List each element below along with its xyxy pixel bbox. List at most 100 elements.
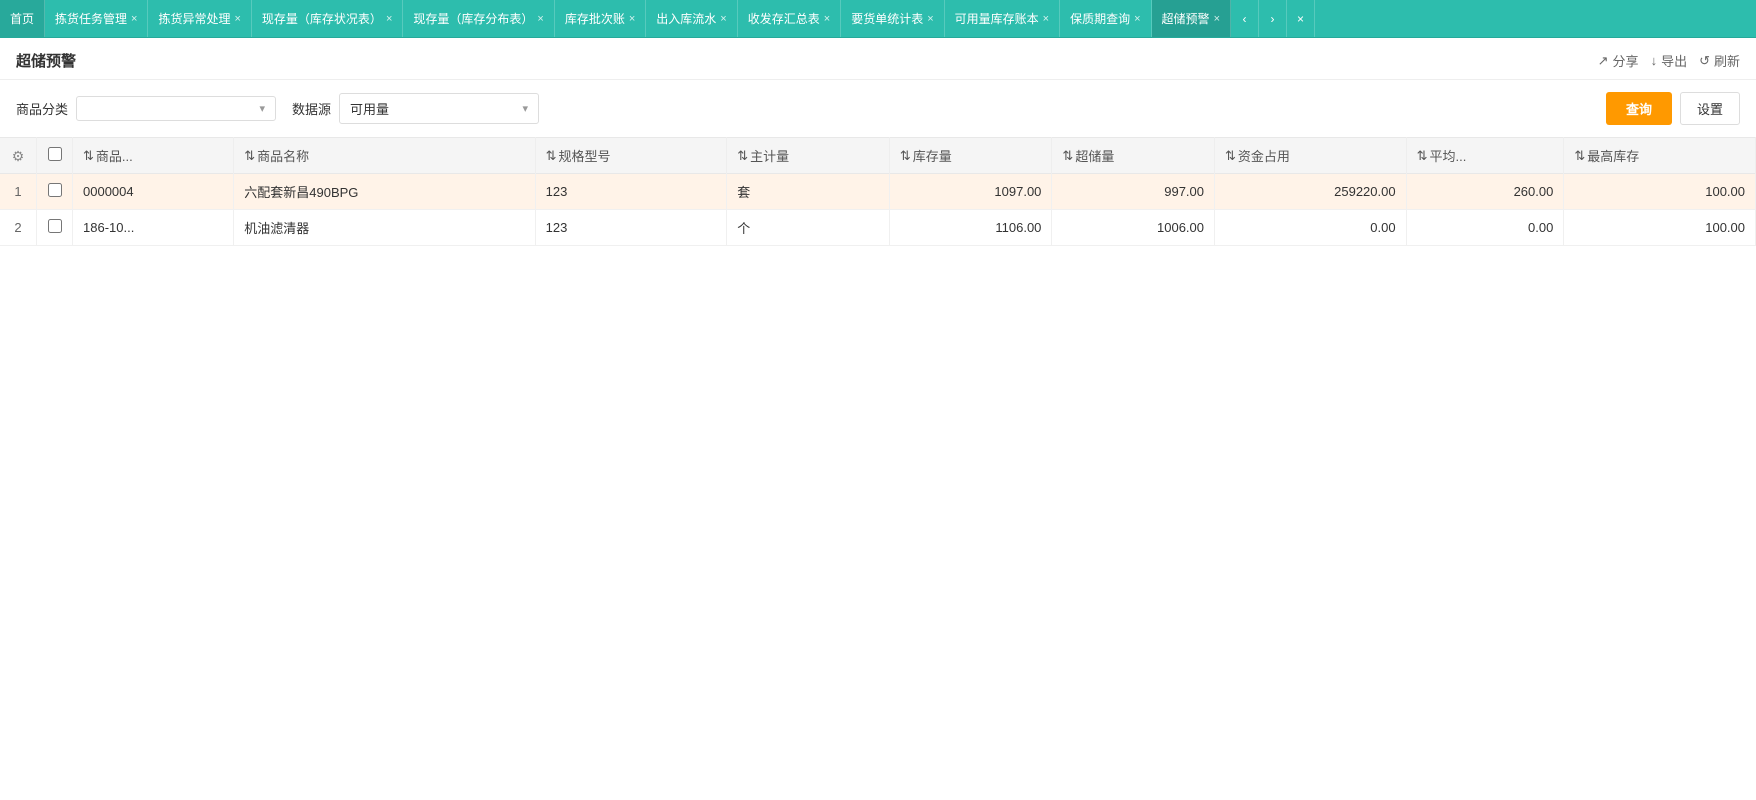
th-overflow[interactable]: ⇅ 超储量 bbox=[1052, 138, 1215, 174]
th-stock[interactable]: ⇅ 库存量 bbox=[889, 138, 1052, 174]
settings-button[interactable]: 设置 bbox=[1680, 92, 1740, 125]
nav-flow-close[interactable]: × bbox=[720, 13, 726, 25]
nav-item-stock-status[interactable]: 现存量（库存状况表） × bbox=[252, 0, 403, 37]
nav-item-available[interactable]: 可用量库存账本 × bbox=[945, 0, 1060, 37]
page-content: 超储预警 ↗ 分享 ↓ 导出 ↺ 刷新 商品分类 ▾ 数据源 bbox=[0, 38, 1756, 800]
th-checkbox[interactable] bbox=[37, 138, 73, 174]
nav-close-arrow[interactable]: × bbox=[1287, 0, 1315, 37]
th-unit[interactable]: ⇅ 主计量 bbox=[727, 138, 890, 174]
row-product-name-1: 机油滤清器 bbox=[234, 210, 535, 246]
nav-overstock-label: 超储预警 bbox=[1162, 10, 1210, 27]
nav-item-overstock[interactable]: 超储预警 × bbox=[1152, 0, 1231, 37]
th-avg[interactable]: ⇅ 平均... bbox=[1406, 138, 1564, 174]
row-overflow-1: 1006.00 bbox=[1052, 210, 1215, 246]
nav-task-label: 拣货任务管理 bbox=[55, 10, 127, 27]
share-icon: ↗ bbox=[1598, 53, 1609, 69]
row-spec-1: 123 bbox=[535, 210, 727, 246]
filter-bar: 商品分类 ▾ 数据源 可用量 ▾ 查询 设置 bbox=[0, 80, 1756, 137]
row-checkbox-1[interactable] bbox=[37, 210, 73, 246]
nav-stock-status-close[interactable]: × bbox=[386, 13, 392, 25]
th-spec[interactable]: ⇅ 规格型号 bbox=[535, 138, 727, 174]
nav-prev-arrow[interactable]: ‹ bbox=[1231, 0, 1259, 37]
nav-item-expiry[interactable]: 保质期查询 × bbox=[1060, 0, 1151, 37]
query-button[interactable]: 查询 bbox=[1606, 92, 1672, 125]
export-button[interactable]: ↓ 导出 bbox=[1651, 51, 1688, 70]
row-stock-0: 1097.00 bbox=[889, 174, 1052, 210]
nav-next-arrow[interactable]: › bbox=[1259, 0, 1287, 37]
gear-icon[interactable]: ⚙ bbox=[10, 148, 26, 164]
nav-expiry-label: 保质期查询 bbox=[1070, 10, 1130, 27]
row-product-name-0: 六配套新昌490BPG bbox=[234, 174, 535, 210]
sort-product-code-icon: ⇅ bbox=[83, 148, 94, 164]
row-num-1: 2 bbox=[0, 210, 37, 246]
nav-item-task[interactable]: 拣货任务管理 × bbox=[45, 0, 148, 37]
th-stock-label: 库存量 bbox=[913, 146, 952, 165]
nav-item-flow[interactable]: 出入库流水 × bbox=[646, 0, 737, 37]
nav-item-summary[interactable]: 收发存汇总表 × bbox=[738, 0, 841, 37]
row-unit-1: 个 bbox=[727, 210, 890, 246]
nav-order-stat-close[interactable]: × bbox=[927, 13, 933, 25]
th-unit-label: 主计量 bbox=[750, 146, 789, 165]
nav-batch-label: 库存批次账 bbox=[565, 10, 625, 27]
row-checkbox-0[interactable] bbox=[37, 174, 73, 210]
nav-summary-label: 收发存汇总表 bbox=[748, 10, 820, 27]
row-stock-1: 1106.00 bbox=[889, 210, 1052, 246]
nav-flow-label: 出入库流水 bbox=[656, 10, 716, 27]
row-select-checkbox-0[interactable] bbox=[48, 183, 62, 197]
nav-expiry-close[interactable]: × bbox=[1134, 13, 1140, 25]
th-avg-label: 平均... bbox=[1429, 146, 1466, 165]
datasource-select[interactable]: 可用量 ▾ bbox=[339, 93, 539, 124]
th-spec-label: 规格型号 bbox=[559, 146, 611, 165]
nav-item-stock-dist[interactable]: 现存量（库存分布表） × bbox=[403, 0, 554, 37]
nav-item-exception[interactable]: 拣货异常处理 × bbox=[148, 0, 251, 37]
table-row[interactable]: 2 186-10... 机油滤清器 123 个 1106.00 1006.00 … bbox=[0, 210, 1756, 246]
nav-batch-close[interactable]: × bbox=[629, 13, 635, 25]
th-product-name[interactable]: ⇅ 商品名称 bbox=[234, 138, 535, 174]
row-max-stock-0: 100.00 bbox=[1564, 174, 1756, 210]
row-overflow-0: 997.00 bbox=[1052, 174, 1215, 210]
nav-stock-dist-close[interactable]: × bbox=[537, 13, 543, 25]
export-label: 导出 bbox=[1661, 51, 1687, 70]
nav-stock-status-label: 现存量（库存状况表） bbox=[262, 10, 382, 27]
th-overflow-label: 超储量 bbox=[1075, 146, 1114, 165]
sort-avg-icon: ⇅ bbox=[1417, 148, 1428, 164]
row-max-stock-1: 100.00 bbox=[1564, 210, 1756, 246]
nav-overstock-close[interactable]: × bbox=[1214, 13, 1220, 25]
datasource-filter: 数据源 可用量 ▾ bbox=[292, 93, 539, 124]
refresh-label: 刷新 bbox=[1714, 51, 1740, 70]
th-capital[interactable]: ⇅ 资金占用 bbox=[1215, 138, 1407, 174]
page-title: 超储预警 bbox=[16, 50, 76, 71]
th-product-name-label: 商品名称 bbox=[257, 146, 309, 165]
nav-stock-dist-label: 现存量（库存分布表） bbox=[413, 10, 533, 27]
data-table-wrap: ⚙ ⇅ 商品... ⇅ 商品名称 bbox=[0, 137, 1756, 246]
category-select[interactable]: ▾ bbox=[76, 96, 276, 121]
nav-item-home[interactable]: 首页 bbox=[0, 0, 45, 37]
nav-order-stat-label: 要货单统计表 bbox=[851, 10, 923, 27]
row-product-code-0: 0000004 bbox=[73, 174, 234, 210]
share-button[interactable]: ↗ 分享 bbox=[1598, 51, 1639, 70]
th-max-stock-label: 最高库存 bbox=[1587, 146, 1639, 165]
datasource-value: 可用量 bbox=[350, 99, 389, 118]
sort-spec-icon: ⇅ bbox=[546, 148, 557, 164]
row-select-checkbox-1[interactable] bbox=[48, 219, 62, 233]
th-product-code-label: 商品... bbox=[96, 146, 133, 165]
nav-task-close[interactable]: × bbox=[131, 13, 137, 25]
row-unit-0: 套 bbox=[727, 174, 890, 210]
share-label: 分享 bbox=[1613, 51, 1639, 70]
sort-max-stock-icon: ⇅ bbox=[1574, 148, 1585, 164]
table-row[interactable]: 1 0000004 六配套新昌490BPG 123 套 1097.00 997.… bbox=[0, 174, 1756, 210]
th-gear[interactable]: ⚙ bbox=[0, 138, 37, 174]
th-product-code[interactable]: ⇅ 商品... bbox=[73, 138, 234, 174]
nav-item-order-stat[interactable]: 要货单统计表 × bbox=[841, 0, 944, 37]
nav-available-close[interactable]: × bbox=[1043, 13, 1049, 25]
sort-stock-icon: ⇅ bbox=[900, 148, 911, 164]
nav-exception-label: 拣货异常处理 bbox=[158, 10, 230, 27]
nav-summary-close[interactable]: × bbox=[824, 13, 830, 25]
refresh-button[interactable]: ↺ 刷新 bbox=[1699, 51, 1740, 70]
nav-item-batch[interactable]: 库存批次账 × bbox=[555, 0, 646, 37]
th-max-stock[interactable]: ⇅ 最高库存 bbox=[1564, 138, 1756, 174]
nav-exception-close[interactable]: × bbox=[234, 13, 240, 25]
export-icon: ↓ bbox=[1651, 53, 1658, 68]
nav-available-label: 可用量库存账本 bbox=[955, 10, 1039, 27]
select-all-checkbox[interactable] bbox=[48, 147, 62, 161]
